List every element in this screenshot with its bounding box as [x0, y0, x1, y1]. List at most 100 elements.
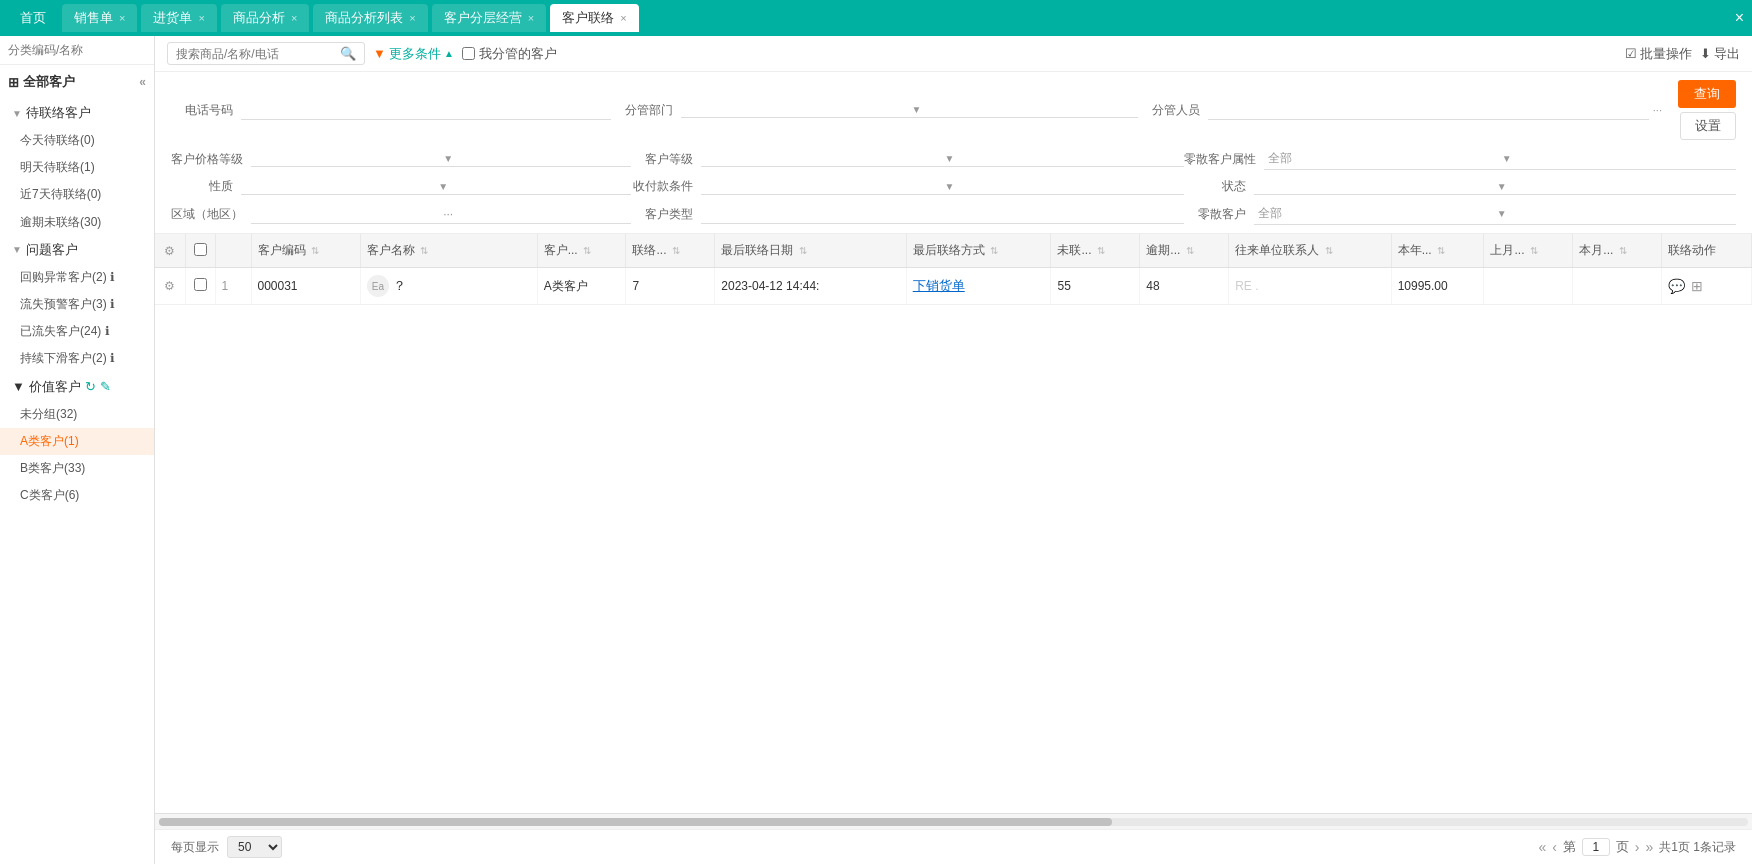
nav-tab-home[interactable]: 首页	[8, 4, 58, 32]
retail-attr-select[interactable]: 全部 ▼	[1264, 148, 1736, 170]
table-contact-col[interactable]: 联络... ⇅	[626, 234, 715, 268]
table-last-date-col[interactable]: 最后联络日期 ⇅	[715, 234, 906, 268]
manager-more-icon[interactable]: ···	[1649, 104, 1666, 116]
next-page-button[interactable]: ›	[1635, 839, 1640, 855]
nature-select[interactable]: ▼	[241, 179, 631, 195]
table-gear-col[interactable]: ⚙	[155, 234, 185, 268]
sidebar-item-class-c[interactable]: C类客户(6)	[0, 482, 154, 509]
phone-input[interactable]	[241, 101, 611, 120]
my-customers-checkbox[interactable]	[462, 47, 475, 60]
toolbar: 🔍 ▼ 更多条件 ▲ 我分管的客户 ☑ 批量操作 ⬇ 导出	[155, 36, 1752, 72]
table-last-month-col[interactable]: 上月... ⇅	[1484, 234, 1573, 268]
bulk-operation-button[interactable]: ☑ 批量操作	[1625, 45, 1692, 63]
row-gear[interactable]: ⚙	[155, 268, 185, 305]
more-filters-button[interactable]: ▼ 更多条件 ▲	[373, 45, 454, 63]
current-page-display[interactable]: 1	[1582, 838, 1610, 856]
customer-level-select[interactable]: ▼	[701, 151, 1183, 167]
nav-tab-analysis-list[interactable]: 商品分析列表 ×	[313, 4, 427, 32]
sidebar-collapse-icon[interactable]: «	[139, 75, 146, 89]
sidebar-item-unclassified[interactable]: 未分组(32)	[0, 401, 154, 428]
nav-tab-customer-tier[interactable]: 客户分层经营 ×	[432, 4, 546, 32]
filter-dept: 分管部门 ▼	[611, 102, 1139, 119]
close-analysis-list-tab[interactable]: ×	[409, 12, 415, 24]
edit-icon[interactable]: ✎	[100, 379, 111, 394]
table-name-col[interactable]: 客户名称 ⇅	[360, 234, 537, 268]
region-more-icon[interactable]: ···	[439, 207, 627, 221]
close-analysis-tab[interactable]: ×	[291, 12, 297, 24]
sidebar-item-tomorrow[interactable]: 明天待联络(1)	[0, 154, 154, 181]
retail-select[interactable]: 全部 ▼	[1254, 203, 1736, 225]
no-contact-sort-icon: ⇅	[1097, 245, 1105, 256]
customer-type-label: 客户类型	[631, 206, 701, 223]
grid-icon: ⊞	[8, 75, 19, 90]
table-this-month-col[interactable]: 本月... ⇅	[1573, 234, 1662, 268]
my-customers-checkbox-label[interactable]: 我分管的客户	[462, 45, 557, 63]
sidebar-search-input[interactable]	[8, 43, 155, 57]
sidebar-item-overdue[interactable]: 逾期未联络(30)	[0, 209, 154, 236]
export-button[interactable]: ⬇ 导出	[1700, 45, 1740, 63]
row-last-contact-way[interactable]: 下销货单	[906, 268, 1051, 305]
table-last-way-col[interactable]: 最后联络方式 ⇅	[906, 234, 1051, 268]
chat-icon[interactable]: 💬	[1668, 278, 1685, 294]
scroll-thumb[interactable]	[159, 818, 1112, 826]
sidebar-item-churned[interactable]: 已流失客户(24) ℹ	[0, 318, 154, 345]
nav-tab-purchase[interactable]: 进货单 ×	[141, 4, 216, 32]
last-contact-way-link[interactable]: 下销货单	[913, 278, 965, 293]
row-number: 1	[215, 268, 251, 305]
row-unit-contact: RE .	[1229, 268, 1391, 305]
pending-group-label: 待联络客户	[26, 104, 91, 122]
table-overdue-col[interactable]: 逾期... ⇅	[1140, 234, 1229, 268]
select-all-checkbox[interactable]	[194, 243, 207, 256]
sidebar-group-problem[interactable]: ▼ 问题客户	[0, 236, 154, 264]
close-sales-tab[interactable]: ×	[119, 12, 125, 24]
qr-icon[interactable]: ⊞	[1691, 278, 1703, 294]
row-select-checkbox[interactable]	[194, 278, 207, 291]
table-code-col[interactable]: 客户编码 ⇅	[251, 234, 360, 268]
search-input[interactable]	[176, 47, 336, 61]
horizontal-scrollbar[interactable]	[155, 813, 1752, 829]
value-group-label: 价值客户	[29, 378, 81, 396]
status-select[interactable]: ▼	[1254, 179, 1736, 195]
sidebar-item-today[interactable]: 今天待联络(0)	[0, 127, 154, 154]
manager-input[interactable]	[1208, 101, 1648, 120]
sidebar-item-class-b[interactable]: B类客户(33)	[0, 455, 154, 482]
page-size-select[interactable]: 50 20 100 200	[227, 836, 282, 858]
price-level-select[interactable]: ▼	[251, 151, 631, 167]
toolbar-search-icon[interactable]: 🔍	[340, 46, 356, 61]
payment-select[interactable]: ▼	[701, 179, 1183, 195]
table-num-col	[215, 234, 251, 268]
close-customer-contact-tab[interactable]: ×	[620, 12, 626, 24]
refresh-icon[interactable]: ↻	[85, 379, 96, 394]
dept-select[interactable]: ▼	[681, 102, 1139, 118]
table-category-col[interactable]: 客户... ⇅	[537, 234, 626, 268]
nav-tab-customer-contact[interactable]: 客户联络 ×	[550, 4, 638, 32]
last-page-button[interactable]: »	[1646, 839, 1654, 855]
sidebar-item-7days[interactable]: 近7天待联络(0)	[0, 181, 154, 208]
row-checkbox[interactable]	[185, 268, 215, 305]
prev-page-button[interactable]: ‹	[1552, 839, 1557, 855]
customer-type-input[interactable]	[701, 205, 1183, 224]
query-button[interactable]: 查询	[1678, 80, 1736, 108]
setting-button[interactable]: 设置	[1680, 112, 1736, 140]
table-this-year-col[interactable]: 本年... ⇅	[1391, 234, 1484, 268]
sidebar-item-declining[interactable]: 持续下滑客户(2) ℹ	[0, 345, 154, 372]
table-checkbox-col[interactable]	[185, 234, 215, 268]
sidebar-group-pending[interactable]: ▼ 待联络客户	[0, 99, 154, 127]
first-page-button[interactable]: «	[1538, 839, 1546, 855]
region-select[interactable]: ···	[251, 205, 631, 224]
nav-tab-analysis[interactable]: 商品分析 ×	[221, 4, 309, 32]
table-no-contact-col[interactable]: 未联... ⇅	[1051, 234, 1140, 268]
nav-tab-sales[interactable]: 销售单 ×	[62, 4, 137, 32]
sidebar-all-customers[interactable]: ⊞ 全部客户 «	[0, 65, 154, 99]
close-customer-tier-tab[interactable]: ×	[528, 12, 534, 24]
sidebar-item-churn-warning[interactable]: 流失预警客户(3) ℹ	[0, 291, 154, 318]
scroll-track[interactable]	[159, 818, 1748, 826]
table-unit-contact-col[interactable]: 往来单位联系人 ⇅	[1229, 234, 1391, 268]
customer-name-text: ？	[393, 277, 406, 295]
filter-row-1: 电话号码 分管部门 ▼ 分管人员 ··· 查询 设置	[171, 80, 1736, 140]
window-close-button[interactable]: ×	[1735, 9, 1744, 27]
sidebar-item-repurchase-abnormal[interactable]: 回购异常客户(2) ℹ	[0, 264, 154, 291]
close-purchase-tab[interactable]: ×	[198, 12, 204, 24]
sidebar-item-class-a[interactable]: A类客户(1)	[0, 428, 154, 455]
price-level-label: 客户价格等级	[171, 151, 251, 168]
